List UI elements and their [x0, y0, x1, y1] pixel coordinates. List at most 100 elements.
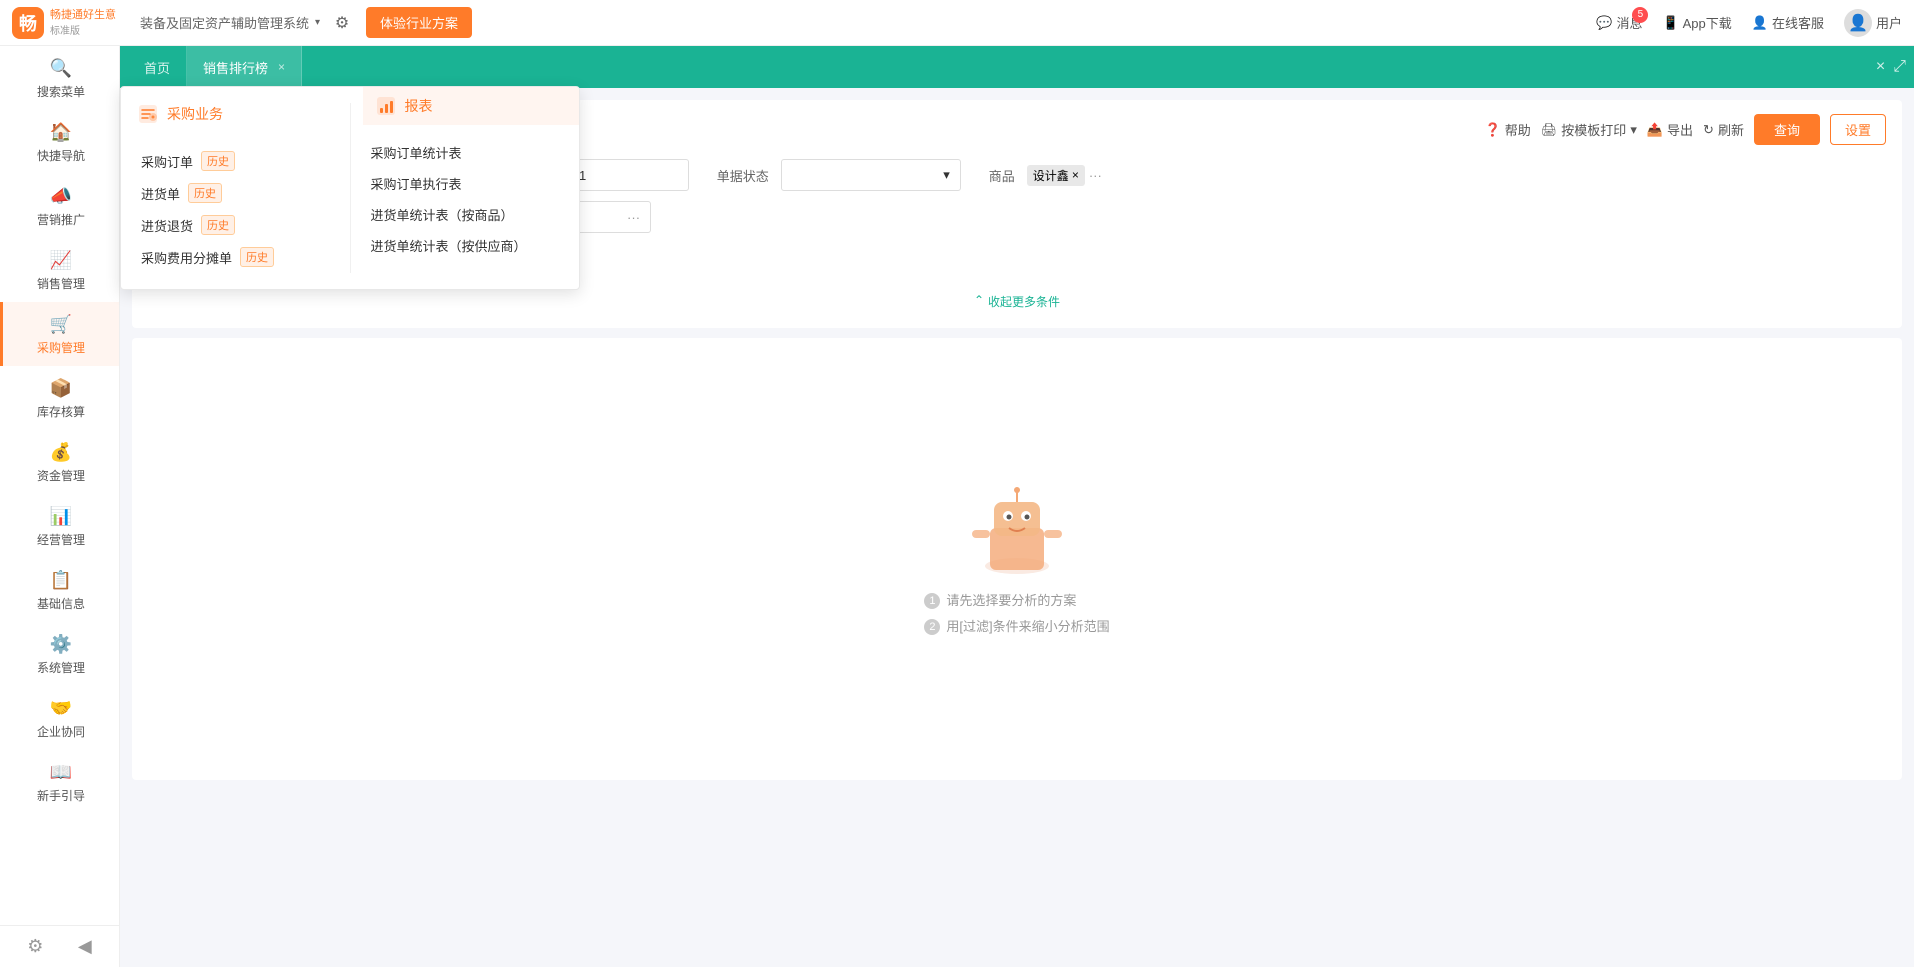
- sidebar-item-operations[interactable]: 📊 经营管理: [0, 494, 119, 558]
- sidebar-item-purchase[interactable]: 🛒 采购管理: [0, 302, 119, 366]
- industry-btn[interactable]: 体验行业方案: [366, 7, 472, 38]
- sales-icon: 📈: [50, 250, 72, 271]
- menu-divider: [350, 103, 351, 273]
- sidebar-item-corp[interactable]: 🤝 企业协同: [0, 686, 119, 750]
- avatar: 👤: [1844, 9, 1872, 37]
- history-tag-2: 历史: [188, 183, 222, 203]
- sidebar: 🔍 搜索菜单 🏠 快捷导航 📣 营销推广 📈 销售管理 🛒 采购管理 📦 库存核…: [0, 46, 120, 967]
- dropdown-menu: 采购业务 采购订单 历史 进货单 历史 进货退货 历史 采购费用分摊单 历史: [120, 86, 580, 290]
- history-tag-3: 历史: [201, 215, 235, 235]
- empty-illustration: [962, 478, 1072, 588]
- help-icon: ❓: [1485, 122, 1501, 138]
- tab-sales-rank[interactable]: 销售排行榜 ×: [187, 46, 302, 88]
- logo-text: 畅捷通好生意: [50, 8, 116, 22]
- goods-more-icon[interactable]: ···: [1089, 168, 1102, 183]
- purchase-col: 采购业务 采购订单 历史 进货单 历史 进货退货 历史 采购费用分摊单 历史: [137, 103, 334, 273]
- logo-icon: 畅: [12, 7, 44, 39]
- sidebar-item-sales[interactable]: 📈 销售管理: [0, 238, 119, 302]
- goods-label: 商品: [989, 166, 1015, 185]
- report-col-icon: [375, 95, 397, 117]
- header-right: 💬 消息 5 📱 App下载 👤 在线客服 👤 用户: [1596, 9, 1902, 37]
- purchase-col-icon: [137, 103, 159, 125]
- sidebar-item-basic[interactable]: 📋 基础信息: [0, 558, 119, 622]
- message-icon: 💬: [1596, 15, 1612, 31]
- logo-edition: 标准版: [50, 22, 116, 37]
- menu-item-purchase-order-stat[interactable]: 采购订单统计表: [367, 137, 564, 168]
- system-name: 装备及固定资产辅助管理系统 ▾: [140, 13, 320, 32]
- history-tag-1: 历史: [201, 151, 235, 171]
- query-btn[interactable]: 查询: [1754, 114, 1820, 145]
- doc-status-dropdown-icon: ▾: [943, 167, 950, 183]
- sidebar-footer: ⚙ ◀: [0, 925, 119, 967]
- print-icon: 🖨: [1541, 122, 1558, 138]
- doc-status-select[interactable]: ▾: [781, 159, 961, 191]
- help-btn[interactable]: ❓ 帮助: [1485, 120, 1531, 139]
- goods-tag-close-icon[interactable]: ×: [1072, 168, 1079, 182]
- system-icon: ⚙️: [50, 634, 72, 655]
- refresh-btn[interactable]: ↻ 刷新: [1703, 120, 1744, 139]
- export-btn[interactable]: 📤 导出: [1647, 120, 1693, 139]
- hint-num-2: 2: [924, 619, 940, 635]
- marketing-icon: 📣: [50, 186, 72, 207]
- sidebar-item-finance[interactable]: 💰 资金管理: [0, 430, 119, 494]
- refresh-icon: ↻: [1703, 122, 1714, 138]
- tab-expand-btn[interactable]: ⤢: [1893, 58, 1906, 76]
- system-dropdown-icon[interactable]: ▾: [315, 17, 320, 28]
- sidebar-item-marketing[interactable]: 📣 营销推广: [0, 174, 119, 238]
- print-btn[interactable]: 🖨 按模板打印 ▾: [1541, 120, 1637, 139]
- top-header: 畅 畅捷通好生意 标准版 装备及固定资产辅助管理系统 ▾ ⚙ 体验行业方案 💬 …: [0, 0, 1914, 46]
- sidebar-item-system[interactable]: ⚙️ 系统管理: [0, 622, 119, 686]
- logo-area: 畅 畅捷通好生意 标准版: [12, 7, 132, 39]
- menu-item-purchase-order-exec[interactable]: 采购订单执行表: [367, 168, 564, 199]
- tab-bar: 首页 销售排行榜 × × ⤢: [120, 46, 1914, 88]
- tab-home[interactable]: 首页: [128, 46, 187, 88]
- report-col-title: 报表: [363, 87, 580, 125]
- menu-item-incoming-by-goods[interactable]: 进货单统计表（按商品）: [367, 199, 564, 230]
- header-gear-icon[interactable]: ⚙: [328, 9, 356, 37]
- sidebar-item-quick[interactable]: 🏠 快捷导航: [0, 110, 119, 174]
- report-col: 报表 采购订单统计表 采购订单执行表 进货单统计表（按商品） 进货单统计表（按供…: [367, 103, 564, 273]
- hint-text-2: 用[过滤]条件来缩小分析范围: [946, 614, 1109, 640]
- salesperson-more-icon[interactable]: ···: [627, 210, 640, 225]
- menu-item-return[interactable]: 进货退货 历史: [137, 209, 334, 241]
- hint-text-1: 请先选择要分析的方案: [946, 588, 1076, 614]
- purchase-icon: 🛒: [50, 314, 72, 335]
- sidebar-item-guide[interactable]: 📖 新手引导: [0, 750, 119, 814]
- settings-btn[interactable]: 设置: [1830, 114, 1886, 145]
- menu-item-purchase-order[interactable]: 采购订单 历史: [137, 145, 334, 177]
- empty-hints: 1 请先选择要分析的方案 2 用[过滤]条件来缩小分析范围: [924, 588, 1109, 640]
- sidebar-collapse-icon[interactable]: ◀: [78, 936, 92, 957]
- search-icon: 🔍: [50, 58, 72, 79]
- purchase-col-title: 采购业务: [137, 103, 334, 133]
- menu-item-incoming-by-supplier[interactable]: 进货单统计表（按供应商）: [367, 230, 564, 261]
- user-item[interactable]: 👤 用户: [1844, 9, 1902, 37]
- home-icon: 🏠: [50, 122, 72, 143]
- menu-item-purchase-expense[interactable]: 采购费用分摊单 历史: [137, 241, 334, 273]
- message-badge: 5: [1632, 7, 1648, 23]
- online-service-item[interactable]: 👤 在线客服: [1752, 13, 1824, 32]
- collapse-up-icon: ⌃: [974, 293, 984, 310]
- tab-bar-right: × ⤢: [1876, 58, 1906, 76]
- tab-close-icon[interactable]: ×: [278, 60, 285, 74]
- guide-icon: 📖: [50, 762, 72, 783]
- operations-icon: 📊: [50, 506, 72, 527]
- message-item[interactable]: 💬 消息 5: [1596, 13, 1642, 32]
- history-tag-4: 历史: [240, 247, 274, 267]
- tab-close-btn[interactable]: ×: [1876, 58, 1885, 76]
- print-dropdown-icon[interactable]: ▾: [1630, 122, 1637, 138]
- empty-state: 1 请先选择要分析的方案 2 用[过滤]条件来缩小分析范围: [132, 398, 1902, 720]
- empty-state-card: 1 请先选择要分析的方案 2 用[过滤]条件来缩小分析范围: [132, 338, 1902, 780]
- doc-status-label: 单据状态: [717, 166, 769, 185]
- toolbar-right: ❓ 帮助 🖨 按模板打印 ▾ 📤 导出 ↻: [1485, 114, 1886, 145]
- service-icon: 👤: [1752, 15, 1768, 31]
- export-icon: 📤: [1647, 122, 1663, 138]
- sidebar-settings-icon[interactable]: ⚙: [27, 936, 43, 957]
- app-download-item[interactable]: 📱 App下载: [1662, 13, 1731, 32]
- sidebar-item-inventory[interactable]: 📦 库存核算: [0, 366, 119, 430]
- finance-icon: 💰: [50, 442, 72, 463]
- corp-icon: 🤝: [50, 698, 72, 719]
- goods-tag[interactable]: 设计鑫 ×: [1027, 165, 1085, 186]
- basic-icon: 📋: [50, 570, 72, 591]
- menu-item-incoming[interactable]: 进货单 历史: [137, 177, 334, 209]
- sidebar-item-search[interactable]: 🔍 搜索菜单: [0, 46, 119, 110]
